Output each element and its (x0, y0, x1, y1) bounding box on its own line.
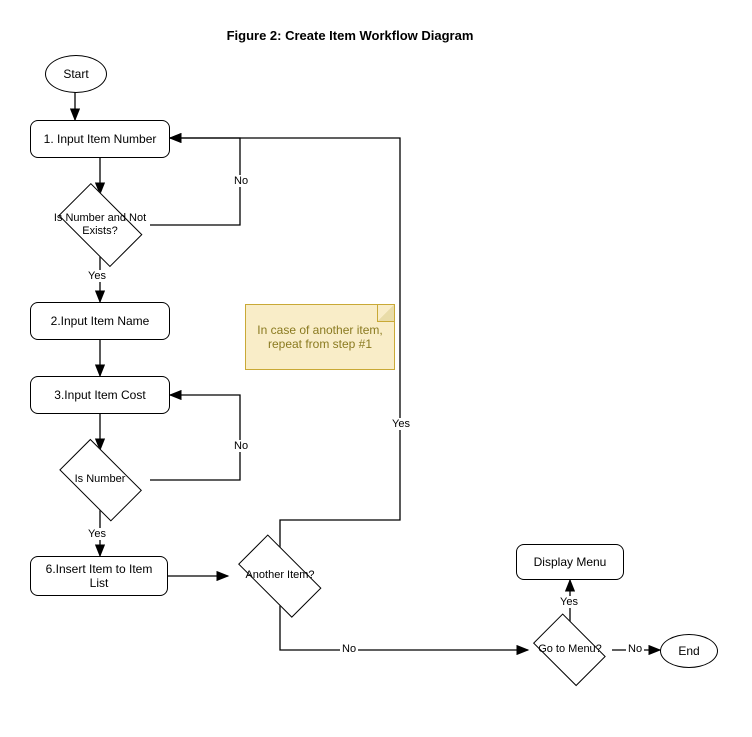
note-line2: repeat from step #1 (268, 337, 372, 351)
d3-label: Another Item? (245, 569, 314, 582)
d2-decision: Is Number (50, 450, 150, 510)
d4-label: Go to Menu? (538, 643, 602, 656)
step3-process: 3.Input Item Cost (30, 376, 170, 414)
flowchart-canvas: Figure 2: Create Item Workflow Diagram (0, 0, 752, 737)
d1-decision: Is Number and Not Exists? (50, 194, 150, 256)
step6-label: 6.Insert Item to Item List (35, 562, 163, 590)
d3-no-label: No (340, 643, 358, 655)
d2-label: Is Number (75, 473, 126, 486)
end-label: End (678, 644, 699, 658)
step1-process: 1. Input Item Number (30, 120, 170, 158)
d4-decision: Go to Menu? (528, 622, 612, 678)
start-terminator: Start (45, 55, 107, 93)
d3-yes-label: Yes (390, 418, 412, 430)
end-terminator: End (660, 634, 718, 668)
d4-no-label: No (626, 643, 644, 655)
step2-label: 2.Input Item Name (51, 314, 150, 328)
d2-no-label: No (232, 440, 250, 452)
step3-label: 3.Input Item Cost (54, 388, 145, 402)
d2-yes-label: Yes (86, 528, 108, 540)
display-menu-label: Display Menu (534, 555, 607, 569)
step1-label: 1. Input Item Number (44, 132, 157, 146)
d1-no-label: No (232, 175, 250, 187)
start-label: Start (63, 67, 88, 81)
d1-yes-label: Yes (86, 270, 108, 282)
note-line1: In case of another item, (257, 323, 382, 337)
d3-decision: Another Item? (228, 548, 332, 604)
step2-process: 2.Input Item Name (30, 302, 170, 340)
d4-yes-label: Yes (558, 596, 580, 608)
d1-label: Is Number and Not Exists? (50, 212, 150, 238)
annotation-note: In case of another item, repeat from ste… (245, 304, 395, 370)
note-fold-icon (377, 305, 394, 322)
step6-process: 6.Insert Item to Item List (30, 556, 168, 596)
display-menu-process: Display Menu (516, 544, 624, 580)
